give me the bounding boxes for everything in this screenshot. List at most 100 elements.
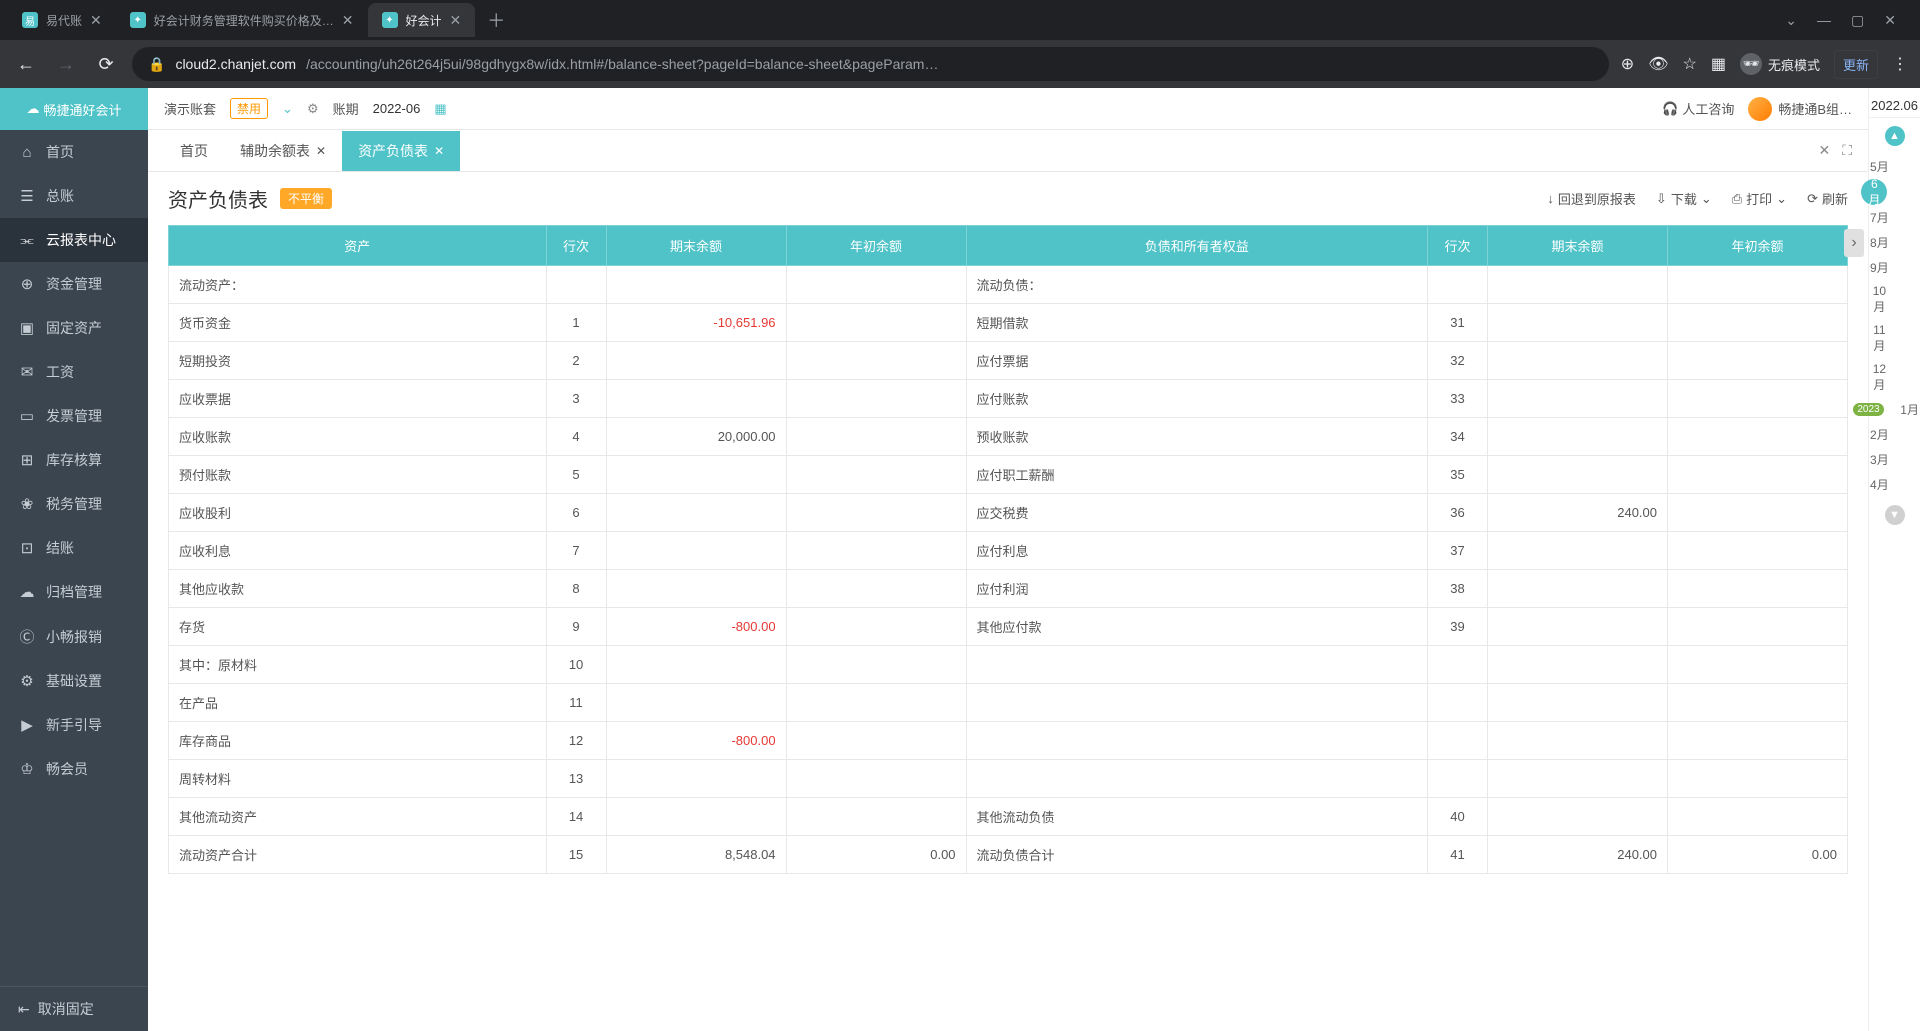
sidebar-item-label: 工资 [46,362,74,382]
period-value[interactable]: 2022-06 [373,101,421,116]
extension-icon[interactable]: ▦ [1711,54,1726,74]
close-icon[interactable]: ✕ [316,144,326,158]
table-row[interactable]: 其他流动资产 14 其他流动负债 40 [169,798,1848,836]
sidebar-item-2[interactable]: ⫘云报表中心 [0,218,148,262]
fullscreen-icon[interactable]: ⛶ [1842,142,1852,159]
month-item-9[interactable]: 2月 [1861,422,1897,447]
sidebar-item-6[interactable]: ▭发票管理 [0,394,148,438]
sidebar-item-label: 发票管理 [46,406,102,426]
print-button[interactable]: ⎙ 打印 ⌄ [1732,189,1787,208]
close-window-icon[interactable]: ✕ [1884,12,1896,29]
month-item-1[interactable]: 6月 [1861,179,1887,205]
month-item-5[interactable]: 10月 [1861,280,1897,319]
close-all-tabs-icon[interactable]: ✕ [1818,142,1830,159]
table-row[interactable]: 短期投资 2 应付票据 32 [169,342,1848,380]
minimize-icon[interactable]: — [1817,12,1831,29]
refresh-button[interactable]: ⟳ 刷新 [1807,189,1848,208]
sidebar-item-5[interactable]: ✉工资 [0,350,148,394]
month-item-2[interactable]: 7月 [1861,205,1897,230]
page-tab-1[interactable]: 辅助余额表✕ [224,131,342,171]
cell-liab-name: 应付职工薪酬 [966,456,1427,494]
sidebar-item-12[interactable]: ⚙基础设置 [0,659,148,703]
cell-liab-begin [1668,494,1848,532]
table-row[interactable]: 应收股利 6 应交税费 36 240.00 [169,494,1848,532]
user-menu[interactable]: 畅捷通B组… [1748,97,1852,121]
browser-tab-1[interactable]: ✦ 好会计财务管理软件购买价格及… ✕ [116,3,368,37]
sidebar-item-10[interactable]: ☁归档管理 [0,570,148,614]
sidebar-item-8[interactable]: ❀税务管理 [0,482,148,526]
table-row[interactable]: 存货 9 -800.00 其他应付款 39 [169,608,1848,646]
browser-tab-0[interactable]: 易 易代账 ✕ [8,3,116,37]
month-item-0[interactable]: 5月 [1861,154,1897,179]
download-button[interactable]: ⇩ 下载 ⌄ [1656,189,1712,208]
close-icon[interactable]: ✕ [434,144,444,158]
chevron-down-icon[interactable]: ⌄ [282,101,293,117]
table-row[interactable]: 预付账款 5 应付职工薪酬 35 [169,456,1848,494]
cell-liab-row [1428,722,1488,760]
cell-liab-row [1428,646,1488,684]
new-tab-button[interactable]: ＋ [475,7,517,33]
calendar-icon[interactable]: ▦ [434,101,446,117]
month-item-11[interactable]: 4月 [1861,472,1897,497]
maximize-icon[interactable]: ▢ [1851,12,1864,29]
url-bar[interactable]: 🔒 cloud2.chanjet.com/accounting/uh26t264… [132,47,1609,81]
sidebar-item-11[interactable]: Ⓒ小畅报销 [0,614,148,659]
app-logo[interactable]: ☁ 畅捷通好会计 [0,88,148,130]
table-row[interactable]: 应收票据 3 应付账款 33 [169,380,1848,418]
table-row[interactable]: 流动资产合计 15 8,548.04 0.00 流动负债合计 41 240.00… [169,836,1848,874]
cell-asset-begin [786,684,966,722]
cell-asset-name: 应收票据 [169,380,547,418]
sidebar-item-13[interactable]: ▶新手引导 [0,703,148,747]
sidebar-item-3[interactable]: ⊕资金管理 [0,262,148,306]
chevron-down-icon[interactable]: ⌄ [1785,12,1797,29]
scroll-right-button[interactable]: › [1844,229,1864,257]
menu-icon[interactable]: ⋮ [1892,54,1908,74]
cell-asset-row: 1 [546,304,606,342]
month-item-6[interactable]: 11月 [1861,319,1897,358]
sidebar-item-1[interactable]: ☰总账 [0,174,148,218]
rail-up-button[interactable]: ▲ [1885,126,1905,146]
back-button[interactable]: ← [12,54,40,75]
browser-tab-2[interactable]: ✦ 好会计 ✕ [368,3,476,37]
sidebar-item-9[interactable]: ⊡结账 [0,526,148,570]
close-icon[interactable]: ✕ [342,12,354,29]
table-row[interactable]: 周转材料 13 [169,760,1848,798]
account-name[interactable]: 演示账套 [164,99,216,118]
table-row[interactable]: 在产品 11 [169,684,1848,722]
close-icon[interactable]: ✕ [450,12,462,29]
table-row[interactable]: 其中：原材料 10 [169,646,1848,684]
reload-button[interactable]: ⟳ [92,54,120,75]
disable-badge[interactable]: 禁用 [230,98,268,119]
table-row[interactable]: 其他应收款 8 应付利润 38 [169,570,1848,608]
zoom-icon[interactable]: ⊕ [1621,54,1634,74]
close-icon[interactable]: ✕ [90,12,102,29]
sidebar-item-7[interactable]: ⊞库存核算 [0,438,148,482]
sidebar-item-14[interactable]: ♔畅会员 [0,747,148,791]
support-button[interactable]: 🎧 人工咨询 [1662,99,1734,118]
gear-icon[interactable]: ⚙ [307,101,319,117]
month-item-4[interactable]: 9月 [1861,255,1897,280]
cell-liab-end [1488,380,1668,418]
month-item-10[interactable]: 3月 [1861,447,1897,472]
eye-off-icon[interactable]: 👁 [1648,54,1668,74]
cell-liab-name: 应付账款 [966,380,1427,418]
table-row[interactable]: 库存商品 12 -800.00 [169,722,1848,760]
month-item-8[interactable]: 1月 [1892,397,1920,422]
month-item-3[interactable]: 8月 [1861,230,1897,255]
page-tab-0[interactable]: 首页 [164,131,224,171]
unpin-sidebar-button[interactable]: ⇤ 取消固定 [0,986,148,1031]
rollback-button[interactable]: ↓ 回退到原报表 [1547,189,1636,208]
month-item-7[interactable]: 12月 [1861,358,1897,397]
star-icon[interactable]: ☆ [1683,54,1697,74]
table-row[interactable]: 应收账款 4 20,000.00 预收账款 34 [169,418,1848,456]
table-row[interactable]: 应收利息 7 应付利息 37 [169,532,1848,570]
page-tab-2[interactable]: 资产负债表✕ [342,131,460,171]
forward-button[interactable]: → [52,54,80,75]
sidebar-item-0[interactable]: ⌂首页 [0,130,148,174]
year-label[interactable]: 2022.06 [1869,94,1920,118]
update-button[interactable]: 更新 [1834,50,1878,79]
rail-down-button[interactable]: ▼ [1885,505,1905,525]
sidebar-item-4[interactable]: ▣固定资产 [0,306,148,350]
table-row[interactable]: 货币资金 1 -10,651.96 短期借款 31 [169,304,1848,342]
table-row[interactable]: 流动资产： 流动负债： [169,266,1848,304]
